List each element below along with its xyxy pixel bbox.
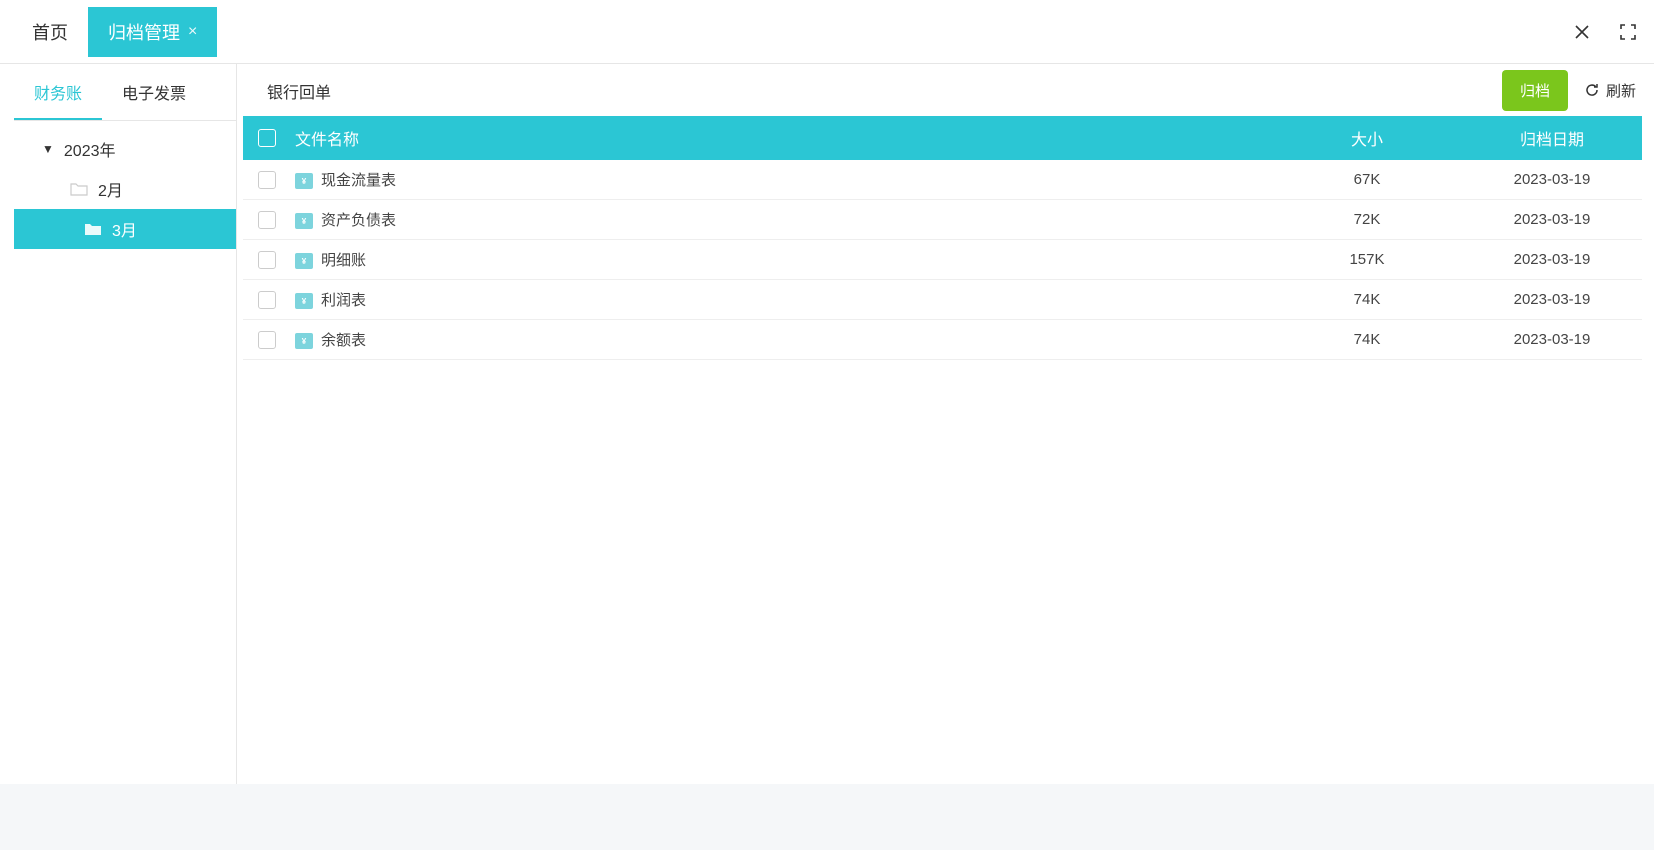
- table-row[interactable]: ¥ 余额表 74K2023-03-19: [243, 320, 1642, 360]
- file-icon: ¥: [295, 173, 313, 189]
- file-date: 2023-03-19: [1462, 171, 1642, 188]
- table-row[interactable]: ¥ 利润表 74K2023-03-19: [243, 280, 1642, 320]
- tree-year-label: 2023年: [64, 137, 116, 161]
- sidebar: 财务账 电子发票 ▼ 2023年 2月 3月: [0, 64, 237, 784]
- file-icon: ¥: [295, 213, 313, 229]
- expand-icon: [1619, 23, 1637, 41]
- file-name: 余额表: [321, 332, 366, 349]
- row-checkbox[interactable]: [258, 291, 276, 309]
- subtab-einvoice[interactable]: 电子发票: [102, 64, 206, 120]
- file-size: 72K: [1272, 211, 1462, 228]
- folder-icon: [84, 222, 102, 236]
- row-checkbox[interactable]: [258, 331, 276, 349]
- title-tab-bar: 首页 归档管理 ×: [0, 0, 1654, 64]
- file-icon: ¥: [295, 333, 313, 349]
- tree-node-month-3[interactable]: 3月: [14, 209, 236, 249]
- file-name: 利润表: [321, 292, 366, 309]
- tree-node-month-2[interactable]: 2月: [14, 169, 236, 209]
- file-date: 2023-03-19: [1462, 331, 1642, 348]
- tab-archive-mgmt[interactable]: 归档管理 ×: [88, 7, 217, 57]
- file-size: 157K: [1272, 251, 1462, 268]
- file-date: 2023-03-19: [1462, 291, 1642, 308]
- header-size: 大小: [1272, 126, 1462, 150]
- window-close-button[interactable]: [1568, 18, 1596, 46]
- header-name: 文件名称: [291, 126, 1272, 150]
- table-row[interactable]: ¥ 明细账 157K2023-03-19: [243, 240, 1642, 280]
- subtab-bankslip[interactable]: 银行回单: [255, 63, 351, 117]
- file-size: 67K: [1272, 171, 1462, 188]
- header-date: 归档日期: [1462, 126, 1642, 150]
- file-icon: ¥: [295, 253, 313, 269]
- file-name: 现金流量表: [321, 172, 396, 189]
- close-icon: [1573, 23, 1591, 41]
- close-icon[interactable]: ×: [188, 23, 197, 41]
- file-icon: ¥: [295, 293, 313, 309]
- tree-month-label: 2月: [98, 177, 123, 201]
- refresh-label: 刷新: [1606, 80, 1636, 101]
- row-checkbox[interactable]: [258, 211, 276, 229]
- select-all-checkbox[interactable]: [258, 129, 276, 147]
- tab-home[interactable]: 首页: [12, 7, 88, 57]
- tab-home-label: 首页: [32, 19, 68, 45]
- toolbar: 银行回单 归档 刷新: [237, 64, 1654, 116]
- file-name: 明细账: [321, 252, 366, 269]
- refresh-icon: [1584, 82, 1600, 98]
- row-checkbox[interactable]: [258, 171, 276, 189]
- tab-archive-label: 归档管理: [108, 19, 180, 45]
- table-header: 文件名称 大小 归档日期: [243, 116, 1642, 160]
- file-size: 74K: [1272, 291, 1462, 308]
- file-date: 2023-03-19: [1462, 211, 1642, 228]
- table-row[interactable]: ¥ 资产负债表 72K2023-03-19: [243, 200, 1642, 240]
- file-name: 资产负债表: [321, 212, 396, 229]
- tree-node-year[interactable]: ▼ 2023年: [14, 129, 236, 169]
- tree-month-label: 3月: [112, 217, 137, 241]
- archive-button[interactable]: 归档: [1502, 70, 1568, 111]
- fullscreen-button[interactable]: [1614, 18, 1642, 46]
- chevron-down-icon: ▼: [42, 142, 54, 156]
- subtab-finance[interactable]: 财务账: [14, 64, 102, 120]
- file-size: 74K: [1272, 331, 1462, 348]
- folder-tree: ▼ 2023年 2月 3月: [0, 121, 236, 249]
- table-row[interactable]: ¥ 现金流量表 67K2023-03-19: [243, 160, 1642, 200]
- file-table: 文件名称 大小 归档日期 ¥现金流量表67K2023-03-19¥资产负债表72…: [243, 116, 1642, 360]
- file-date: 2023-03-19: [1462, 251, 1642, 268]
- refresh-button[interactable]: 刷新: [1584, 80, 1636, 101]
- row-checkbox[interactable]: [258, 251, 276, 269]
- folder-icon: [70, 182, 88, 196]
